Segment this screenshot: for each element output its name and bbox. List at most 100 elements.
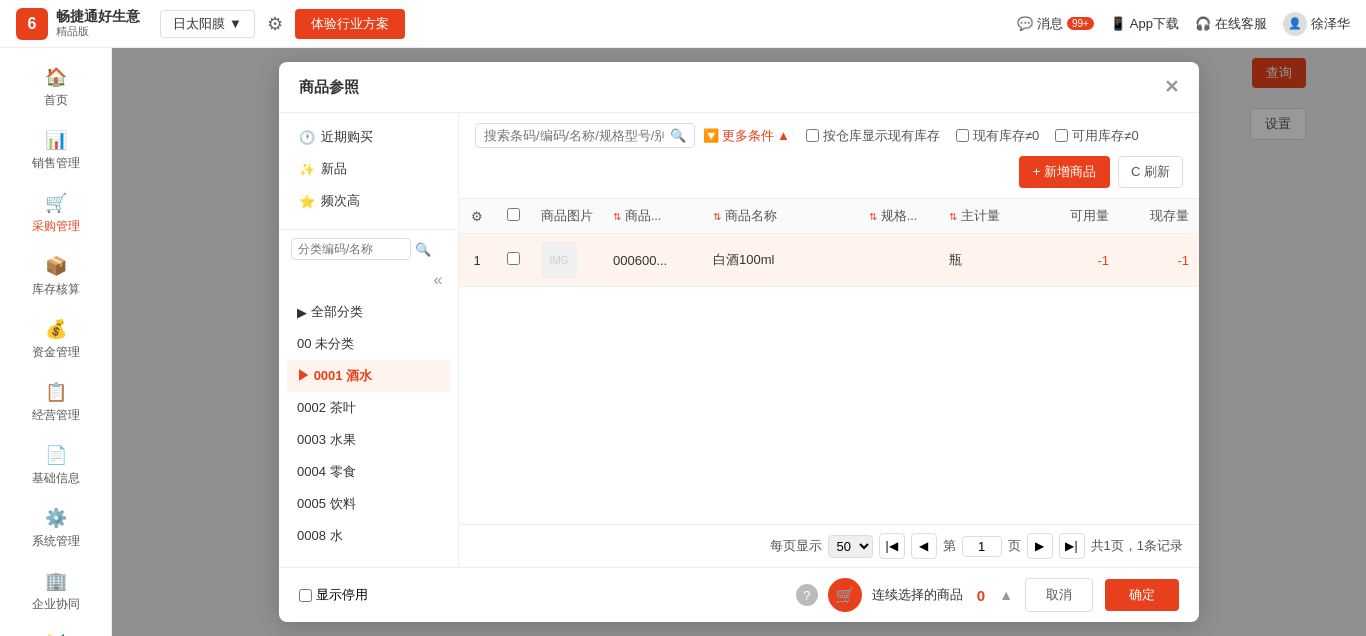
home-icon: 🏠 <box>45 66 67 88</box>
filter-btn[interactable]: 🔽 更多条件 ▲ <box>703 127 790 145</box>
prod-search-icon[interactable]: 🔍 <box>670 128 686 143</box>
cat-item-appliance[interactable]: 0010 家电 <box>287 552 450 559</box>
dropdown-arrow-icon: ▼ <box>229 16 242 31</box>
sidebar-item-sales[interactable]: 📊 销售管理 <box>0 119 111 182</box>
cat-new[interactable]: ✨ 新品 <box>291 153 446 185</box>
add-product-btn[interactable]: + 新增商品 <box>1019 156 1110 188</box>
cat-item-snack[interactable]: 0004 零食 <box>287 456 450 488</box>
next-page-btn[interactable]: ▶ <box>1027 533 1053 559</box>
online-service-btn[interactable]: 🎧 在线客服 <box>1195 15 1267 33</box>
cat-frequent[interactable]: ⭐ 频次高 <box>291 185 446 217</box>
last-page-btn[interactable]: ▶| <box>1059 533 1085 559</box>
gear-icon[interactable]: ⚙ <box>267 13 283 35</box>
sidebar-item-enterprise[interactable]: 🏢 企业协同 <box>0 560 111 623</box>
prev-page-btn[interactable]: ◀ <box>911 533 937 559</box>
th-settings[interactable]: ⚙ <box>459 199 495 234</box>
messages-btn[interactable]: 💬 消息 99+ <box>1017 15 1094 33</box>
product-table-wrap: ⚙ 商品图片 ⇅ 商品... ⇅ <box>459 199 1199 524</box>
sidebar-item-purchase[interactable]: 🛒 采购管理 <box>0 182 111 245</box>
cat-item-liquor[interactable]: ▶ 0001 酒水 <box>287 360 450 392</box>
th-img: 商品图片 <box>531 199 603 234</box>
row-img: IMG <box>531 234 603 287</box>
warehouse-checkbox[interactable] <box>806 129 819 142</box>
sidebar-item-guide[interactable]: 🔰 新手引导 <box>0 623 111 636</box>
row-avail: -1 <box>1019 234 1119 287</box>
store-selector[interactable]: 日太阳膜 ▼ <box>160 10 255 38</box>
sidebar-label-base-info: 基础信息 <box>32 470 80 487</box>
checkbox-stock-ne[interactable]: 现有库存≠0 <box>956 127 1039 145</box>
logo-area: 6 畅捷通好生意 精品版 <box>16 8 140 40</box>
page-size-select[interactable]: 50 <box>828 535 873 558</box>
page-unit: 页 <box>1008 537 1021 555</box>
refresh-btn[interactable]: C 刷新 <box>1118 156 1183 188</box>
app-download-btn[interactable]: 📱 App下载 <box>1110 15 1179 33</box>
modal-close-btn[interactable]: ✕ <box>1164 76 1179 98</box>
recent-icon: 🕐 <box>299 130 315 145</box>
sort-icon: ⇅ <box>949 211 957 222</box>
modal-body: 🕐 近期购买 ✨ 新品 ⭐ 频次高 <box>279 113 1199 567</box>
th-unit[interactable]: ⇅ 主计量 <box>939 199 1019 234</box>
stock-ne-checkbox[interactable] <box>956 129 969 142</box>
cat-all[interactable]: ▶ 全部分类 <box>287 296 450 328</box>
cat-search-icon[interactable]: 🔍 <box>415 242 431 257</box>
row-checkbox[interactable] <box>507 252 520 265</box>
page-input[interactable] <box>962 536 1002 557</box>
top-nav: 6 畅捷通好生意 精品版 日太阳膜 ▼ ⚙ 体验行业方案 💬 消息 99+ 📱 … <box>0 0 1366 48</box>
nav-right: 💬 消息 99+ 📱 App下载 🎧 在线客服 👤 徐泽华 <box>1017 12 1350 36</box>
chevron-up-icon: ▲ <box>777 128 790 143</box>
category-list: ▶ 全部分类 00 未分类 ▶ 0001 <box>279 296 458 559</box>
sidebar-item-base-info[interactable]: 📄 基础信息 <box>0 434 111 497</box>
user-area[interactable]: 👤 徐泽华 <box>1283 12 1350 36</box>
cat-item-uncategorized[interactable]: 00 未分类 <box>287 328 450 360</box>
sidebar-label-system: 系统管理 <box>32 533 80 550</box>
exp-btn[interactable]: 体验行业方案 <box>295 9 405 39</box>
modal-footer: 显示停用 ? 🛒 连续选择的商品 0 ▲ 取消 确定 <box>279 567 1199 622</box>
disabled-checkbox[interactable] <box>299 589 312 602</box>
toolbar-right: + 新增商品 C 刷新 <box>1019 156 1183 188</box>
cat-item-water[interactable]: 0008 水 <box>287 520 450 552</box>
cat-recent[interactable]: 🕐 近期购买 <box>291 121 446 153</box>
sidebar-item-operations[interactable]: 📋 经营管理 <box>0 371 111 434</box>
cart-collapse-btn[interactable]: ▲ <box>999 587 1013 603</box>
sidebar-item-inventory[interactable]: 📦 库存核算 <box>0 245 111 308</box>
cat-item-tea[interactable]: 0002 茶叶 <box>287 392 450 424</box>
cat-item-fruit[interactable]: 0003 水果 <box>287 424 450 456</box>
cart-icon[interactable]: 🛒 <box>828 578 862 612</box>
product-panel: 🔍 🔽 更多条件 ▲ 按仓库显示现有库存 <box>459 113 1199 567</box>
help-icon[interactable]: ? <box>796 584 818 606</box>
sidebar-item-system[interactable]: ⚙️ 系统管理 <box>0 497 111 560</box>
prod-search-input[interactable] <box>484 128 664 143</box>
first-page-btn[interactable]: |◀ <box>879 533 905 559</box>
confirm-btn[interactable]: 确定 <box>1105 579 1179 611</box>
sidebar-label-home: 首页 <box>44 92 68 109</box>
cancel-btn[interactable]: 取消 <box>1025 578 1093 612</box>
headset-icon: 🎧 <box>1195 16 1211 31</box>
row-check[interactable] <box>495 234 531 287</box>
th-code[interactable]: ⇅ 商品... <box>603 199 703 234</box>
active-arrow-icon: ▶ <box>297 368 314 383</box>
category-panel: 🕐 近期购买 ✨ 新品 ⭐ 频次高 <box>279 113 459 567</box>
sidebar-label-inventory: 库存核算 <box>32 281 80 298</box>
new-icon: ✨ <box>299 162 315 177</box>
select-all-checkbox[interactable] <box>507 208 520 221</box>
sidebar-item-finance[interactable]: 💰 资金管理 <box>0 308 111 371</box>
checkbox-warehouse[interactable]: 按仓库显示现有库存 <box>806 127 940 145</box>
sidebar-label-purchase: 采购管理 <box>32 218 80 235</box>
message-icon: 💬 <box>1017 16 1033 31</box>
cat-item-drink[interactable]: 0005 饮料 <box>287 488 450 520</box>
checkbox-avail-ne[interactable]: 可用库存≠0 <box>1055 127 1138 145</box>
row-code: 000600... <box>603 234 703 287</box>
finance-icon: 💰 <box>45 318 67 340</box>
avail-ne-checkbox[interactable] <box>1055 129 1068 142</box>
product-table: ⚙ 商品图片 ⇅ 商品... ⇅ <box>459 199 1199 287</box>
app-edition: 精品版 <box>56 24 140 39</box>
sidebar-item-home[interactable]: 🏠 首页 <box>0 56 111 119</box>
table-row[interactable]: 1 IMG 000600... 白酒100ml 瓶 <box>459 234 1199 287</box>
filter-icon: 🔽 <box>703 128 719 143</box>
pagination: 每页显示 50 |◀ ◀ 第 页 ▶ ▶| 共1页，1条记录 <box>459 524 1199 567</box>
cat-search-input[interactable] <box>291 238 411 260</box>
panel-collapse-btn[interactable]: « <box>426 268 450 292</box>
show-disabled-checkbox[interactable]: 显示停用 <box>299 586 368 604</box>
th-name[interactable]: ⇅ 商品名称 <box>703 199 859 234</box>
th-spec[interactable]: ⇅ 规格... <box>859 199 939 234</box>
